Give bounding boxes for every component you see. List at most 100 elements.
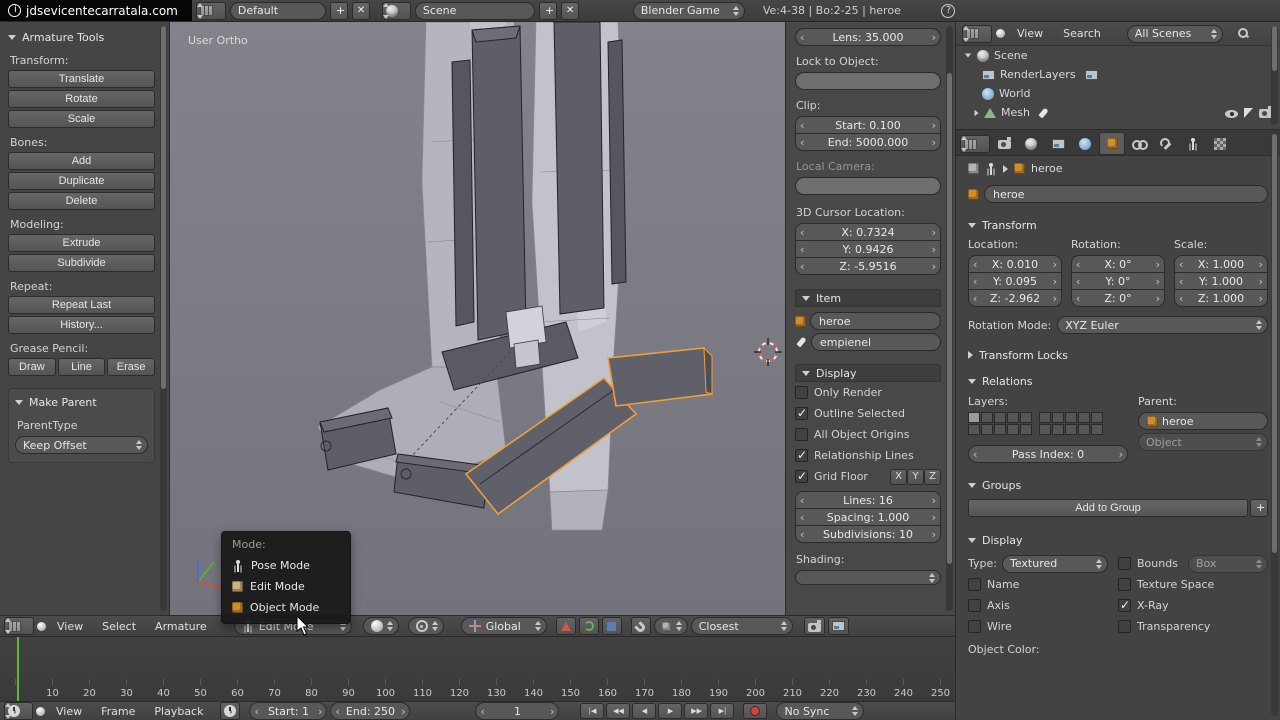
opengl-render-anim-button[interactable] — [827, 617, 849, 635]
snap-element-dropdown[interactable] — [653, 617, 688, 635]
cursor-x-field[interactable]: X: 0.7324 — [795, 223, 941, 241]
next-keyframe-button[interactable]: ▶▶ — [684, 703, 709, 719]
rotation-mode-dropdown[interactable]: XYZ Euler — [1057, 316, 1268, 334]
scale-button[interactable]: Scale — [8, 110, 155, 128]
checkbox-relationship-lines[interactable] — [795, 448, 808, 462]
checkbox-grid-floor[interactable] — [795, 469, 808, 483]
layer-cell[interactable] — [1039, 424, 1051, 435]
tree-row-scene[interactable]: Scene — [956, 46, 1280, 65]
extrude-button[interactable]: Extrude — [8, 234, 155, 252]
axis-z-toggle[interactable]: Z — [924, 468, 941, 485]
pointer-icon[interactable] — [1244, 107, 1253, 118]
tree-row-mesh[interactable]: Mesh — [956, 103, 1280, 122]
new-group-button[interactable] — [1250, 499, 1268, 517]
menu-item-pose-mode[interactable]: Pose Mode — [222, 555, 350, 576]
editor-type-button[interactable] — [195, 1, 226, 20]
location-y-field[interactable]: Y: 0.095 — [968, 272, 1062, 290]
checkbox-texture-space[interactable] — [1118, 578, 1131, 591]
layer-group-1[interactable] — [968, 412, 1032, 435]
outliner-menu-search[interactable]: Search — [1055, 27, 1109, 40]
panel-header-transform-locks[interactable]: Transform Locks — [968, 346, 1268, 364]
rotation-x-field[interactable]: X: 0° — [1071, 255, 1165, 273]
frame-start-field[interactable]: Start: 1 — [249, 702, 328, 720]
outliner-scope-dropdown[interactable]: All Scenes — [1126, 24, 1223, 43]
viewport-menu-view[interactable]: View — [49, 620, 91, 633]
panel-header-object-display[interactable]: Display — [968, 531, 1268, 549]
layer-cell[interactable] — [1020, 424, 1032, 435]
subdivide-button[interactable]: Subdivide — [8, 254, 155, 272]
add-scene-button[interactable] — [538, 1, 557, 20]
panel-header-armature-tools[interactable]: Armature Tools — [8, 28, 155, 46]
viewport-menu-select[interactable]: Select — [94, 620, 144, 633]
tree-row-world[interactable]: World — [956, 84, 1280, 103]
timeline-ruler[interactable]: 10 20 30 40 50 60 70 80 90 100 110 120 1… — [0, 637, 955, 701]
help-icon[interactable] — [940, 3, 955, 18]
jump-to-end-button[interactable]: ▶| — [710, 703, 735, 719]
layer-cell[interactable] — [1065, 424, 1077, 435]
layer-cell[interactable] — [1052, 424, 1064, 435]
tree-row-renderlayers[interactable]: RenderLayers — [956, 65, 1280, 84]
render-engine-dropdown[interactable]: Blender Game — [632, 1, 745, 20]
grid-spacing-field[interactable]: Spacing: 1.000 — [795, 508, 941, 526]
checkbox-transparency[interactable] — [1118, 620, 1131, 633]
layer-cell[interactable] — [994, 412, 1006, 423]
delete-bone-button[interactable]: Delete — [8, 192, 155, 210]
tab-object-data[interactable] — [1180, 132, 1206, 155]
record-button[interactable] — [743, 703, 768, 719]
parent-type-dropdown[interactable]: Keep Offset — [15, 436, 148, 454]
layer-cell[interactable] — [1007, 424, 1019, 435]
layer-cell[interactable] — [1065, 412, 1077, 423]
screen-layout-dropdown[interactable]: Default — [229, 1, 326, 20]
clip-end-field[interactable]: End: 5000.000 — [795, 133, 941, 151]
checkbox-only-render[interactable] — [795, 386, 808, 399]
scene-dropdown[interactable]: Scene — [414, 1, 535, 20]
play-button[interactable]: ▶ — [658, 703, 683, 719]
scale-z-field[interactable]: Z: 1.000 — [1174, 289, 1268, 307]
editor-type-button[interactable] — [4, 702, 33, 720]
outliner-menu-view[interactable]: View — [1009, 27, 1051, 40]
history-button[interactable]: History... — [8, 316, 155, 334]
location-z-field[interactable]: Z: -2.962 — [968, 289, 1062, 307]
parent-field[interactable]: heroe — [1138, 412, 1268, 430]
layer-cell[interactable] — [1091, 424, 1103, 435]
panel-header-groups[interactable]: Groups — [968, 476, 1268, 494]
scrollbar-thumb[interactable] — [161, 26, 166, 389]
scale-y-field[interactable]: Y: 1.000 — [1174, 272, 1268, 290]
rotation-z-field[interactable]: Z: 0° — [1071, 289, 1165, 307]
frame-end-field[interactable]: End: 250 — [330, 702, 411, 720]
panel-header-display[interactable]: Display — [795, 364, 941, 382]
panel-header-make-parent[interactable]: Make Parent — [15, 393, 148, 411]
tab-object[interactable] — [1099, 132, 1125, 155]
layer-cell[interactable] — [1078, 412, 1090, 423]
tab-world[interactable] — [1072, 132, 1098, 155]
checkbox-x-ray[interactable] — [1118, 598, 1131, 612]
outliner-scrollbar[interactable] — [1271, 26, 1278, 125]
layer-cell[interactable] — [981, 412, 993, 423]
parent-type-dropdown[interactable]: Object — [1138, 433, 1268, 451]
search-icon[interactable] — [1237, 27, 1250, 40]
location-x-field[interactable]: X: 0.010 — [968, 255, 1062, 273]
header-collapse-icon[interactable] — [37, 621, 46, 631]
editor-type-button[interactable] — [960, 135, 990, 153]
layer-cell[interactable] — [1007, 412, 1019, 423]
sync-dropdown[interactable]: No Sync — [776, 702, 865, 720]
checkbox-wire[interactable] — [968, 620, 981, 633]
header-collapse-icon[interactable] — [996, 29, 1005, 38]
menu-item-edit-mode[interactable]: Edit Mode — [222, 576, 350, 597]
layer-cell[interactable] — [968, 424, 980, 435]
cursor-y-field[interactable]: Y: 0.9426 — [795, 240, 941, 258]
n-panel-scrollbar[interactable] — [946, 26, 953, 611]
layer-cell[interactable] — [1052, 412, 1064, 423]
scrollbar-thumb[interactable] — [1272, 26, 1277, 71]
layer-cell[interactable] — [1091, 412, 1103, 423]
manipulator-rotate-toggle[interactable] — [578, 617, 599, 635]
properties-scrollbar[interactable] — [1271, 134, 1278, 716]
lock-to-object-field[interactable] — [795, 72, 941, 90]
rotate-button[interactable]: Rotate — [8, 90, 155, 108]
jump-to-start-button[interactable]: |◀ — [580, 703, 605, 719]
tab-constraints[interactable] — [1126, 132, 1152, 155]
axis-x-toggle[interactable]: X — [890, 468, 907, 485]
add-layout-button[interactable] — [329, 1, 348, 20]
layer-cell[interactable] — [968, 412, 980, 423]
viewport-3d[interactable]: User Ortho — [170, 22, 785, 615]
